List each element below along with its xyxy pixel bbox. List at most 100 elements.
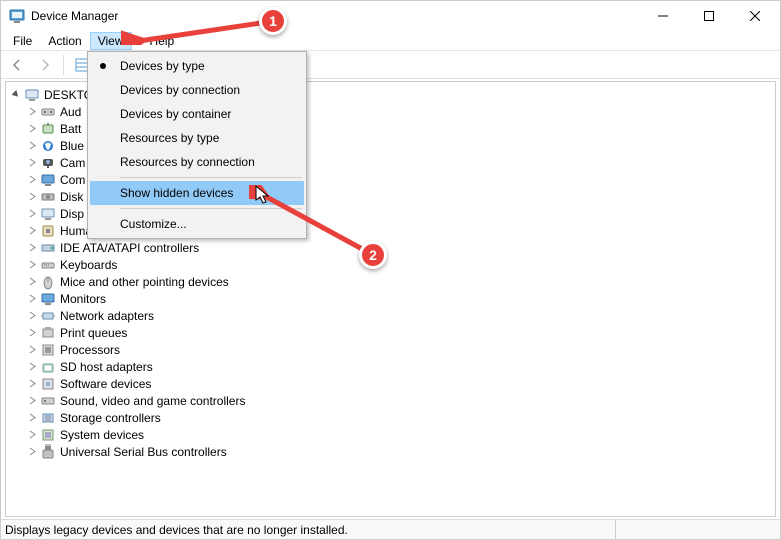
menu-view[interactable]: View [90, 32, 132, 50]
menu-action[interactable]: Action [40, 32, 89, 50]
tree-item-label: Disk [60, 190, 83, 204]
dd-label: Resources by type [120, 131, 219, 145]
dd-label: Devices by connection [120, 83, 240, 97]
device-icon [40, 121, 56, 137]
tree-item-label: Keyboards [60, 258, 117, 272]
device-icon [40, 189, 56, 205]
bullet-icon [100, 63, 106, 69]
close-button[interactable] [732, 1, 778, 31]
device-icon [40, 308, 56, 324]
device-icon [40, 155, 56, 171]
tree-item-label: Blue [60, 139, 84, 153]
expand-icon[interactable] [26, 276, 38, 288]
menubar: File Action View Help [1, 31, 780, 51]
minimize-button[interactable] [640, 1, 686, 31]
menu-devices-by-container[interactable]: Devices by container [90, 102, 304, 126]
device-icon [40, 427, 56, 443]
device-icon [40, 410, 56, 426]
app-icon [9, 8, 25, 24]
tree-item[interactable]: IDE ATA/ATAPI controllers [24, 239, 773, 256]
menu-show-hidden-devices[interactable]: Show hidden devices [90, 181, 304, 205]
expand-icon[interactable] [26, 344, 38, 356]
tree-item[interactable]: Monitors [24, 290, 773, 307]
callout-2: 2 [359, 241, 387, 269]
tree-item-label: Print queues [60, 326, 127, 340]
window-title: Device Manager [31, 9, 118, 23]
tree-item[interactable]: Mice and other pointing devices [24, 273, 773, 290]
expand-icon[interactable] [26, 191, 38, 203]
device-icon [40, 223, 56, 239]
menu-separator [120, 177, 302, 178]
status-empty [616, 520, 776, 539]
expand-icon[interactable] [26, 361, 38, 373]
expand-icon[interactable] [26, 174, 38, 186]
device-icon [40, 325, 56, 341]
menu-devices-by-type[interactable]: Devices by type [90, 54, 304, 78]
menu-resources-by-type[interactable]: Resources by type [90, 126, 304, 150]
menu-devices-by-connection[interactable]: Devices by connection [90, 78, 304, 102]
menu-customize[interactable]: Customize... [90, 212, 304, 236]
status-text: Displays legacy devices and devices that… [5, 520, 616, 539]
tree-item[interactable]: Processors [24, 341, 773, 358]
menu-separator-2 [120, 208, 302, 209]
expand-icon[interactable] [26, 327, 38, 339]
tree-item-label: SD host adapters [60, 360, 153, 374]
callout-1: 1 [259, 7, 287, 35]
expand-icon[interactable] [26, 395, 38, 407]
expand-icon[interactable] [26, 259, 38, 271]
tree-item-label: Disp [60, 207, 84, 221]
computer-icon [24, 87, 40, 103]
device-icon [40, 172, 56, 188]
device-icon [40, 138, 56, 154]
device-icon [40, 291, 56, 307]
tree-item-label: IDE ATA/ATAPI controllers [60, 241, 199, 255]
device-icon [40, 393, 56, 409]
expand-icon[interactable] [26, 106, 38, 118]
expand-icon[interactable] [26, 429, 38, 441]
statusbar: Displays legacy devices and devices that… [1, 519, 780, 539]
device-icon [40, 104, 56, 120]
tree-item-label: Mice and other pointing devices [60, 275, 229, 289]
device-icon [40, 444, 56, 460]
expand-icon[interactable] [26, 310, 38, 322]
expand-icon[interactable] [26, 378, 38, 390]
back-button[interactable] [5, 53, 29, 77]
expand-icon[interactable] [26, 293, 38, 305]
tree-item[interactable]: Print queues [24, 324, 773, 341]
dd-label: Show hidden devices [120, 186, 233, 200]
tree-item[interactable]: System devices [24, 426, 773, 443]
tree-item[interactable]: Storage controllers [24, 409, 773, 426]
expand-icon[interactable] [26, 157, 38, 169]
dd-label: Devices by type [120, 59, 205, 73]
expand-icon[interactable] [26, 412, 38, 424]
tree-item[interactable]: Universal Serial Bus controllers [24, 443, 773, 460]
tree-item-label: Com [60, 173, 85, 187]
collapse-icon[interactable] [10, 89, 22, 101]
expand-icon[interactable] [26, 140, 38, 152]
tree-root-label: DESKTO [44, 88, 93, 102]
expand-icon[interactable] [26, 123, 38, 135]
tree-item-label: Monitors [60, 292, 106, 306]
tree-item-label: Network adapters [60, 309, 154, 323]
tree-item-label: Sound, video and game controllers [60, 394, 245, 408]
dd-label: Devices by container [120, 107, 231, 121]
tree-item[interactable]: SD host adapters [24, 358, 773, 375]
menu-resources-by-connection[interactable]: Resources by connection [90, 150, 304, 174]
tree-item-label: Software devices [60, 377, 151, 391]
tree-item[interactable]: Keyboards [24, 256, 773, 273]
tree-item[interactable]: Sound, video and game controllers [24, 392, 773, 409]
maximize-button[interactable] [686, 1, 732, 31]
forward-button[interactable] [33, 53, 57, 77]
tree-item[interactable]: Software devices [24, 375, 773, 392]
menu-file[interactable]: File [5, 32, 40, 50]
dd-label: Resources by connection [120, 155, 255, 169]
expand-icon[interactable] [26, 242, 38, 254]
tree-item-label: Universal Serial Bus controllers [60, 445, 227, 459]
expand-icon[interactable] [26, 225, 38, 237]
tree-item-label: Processors [60, 343, 120, 357]
expand-icon[interactable] [26, 446, 38, 458]
expand-icon[interactable] [26, 208, 38, 220]
tree-item[interactable]: Network adapters [24, 307, 773, 324]
menu-help[interactable]: Help [142, 32, 183, 50]
toolbar-divider [63, 55, 64, 75]
